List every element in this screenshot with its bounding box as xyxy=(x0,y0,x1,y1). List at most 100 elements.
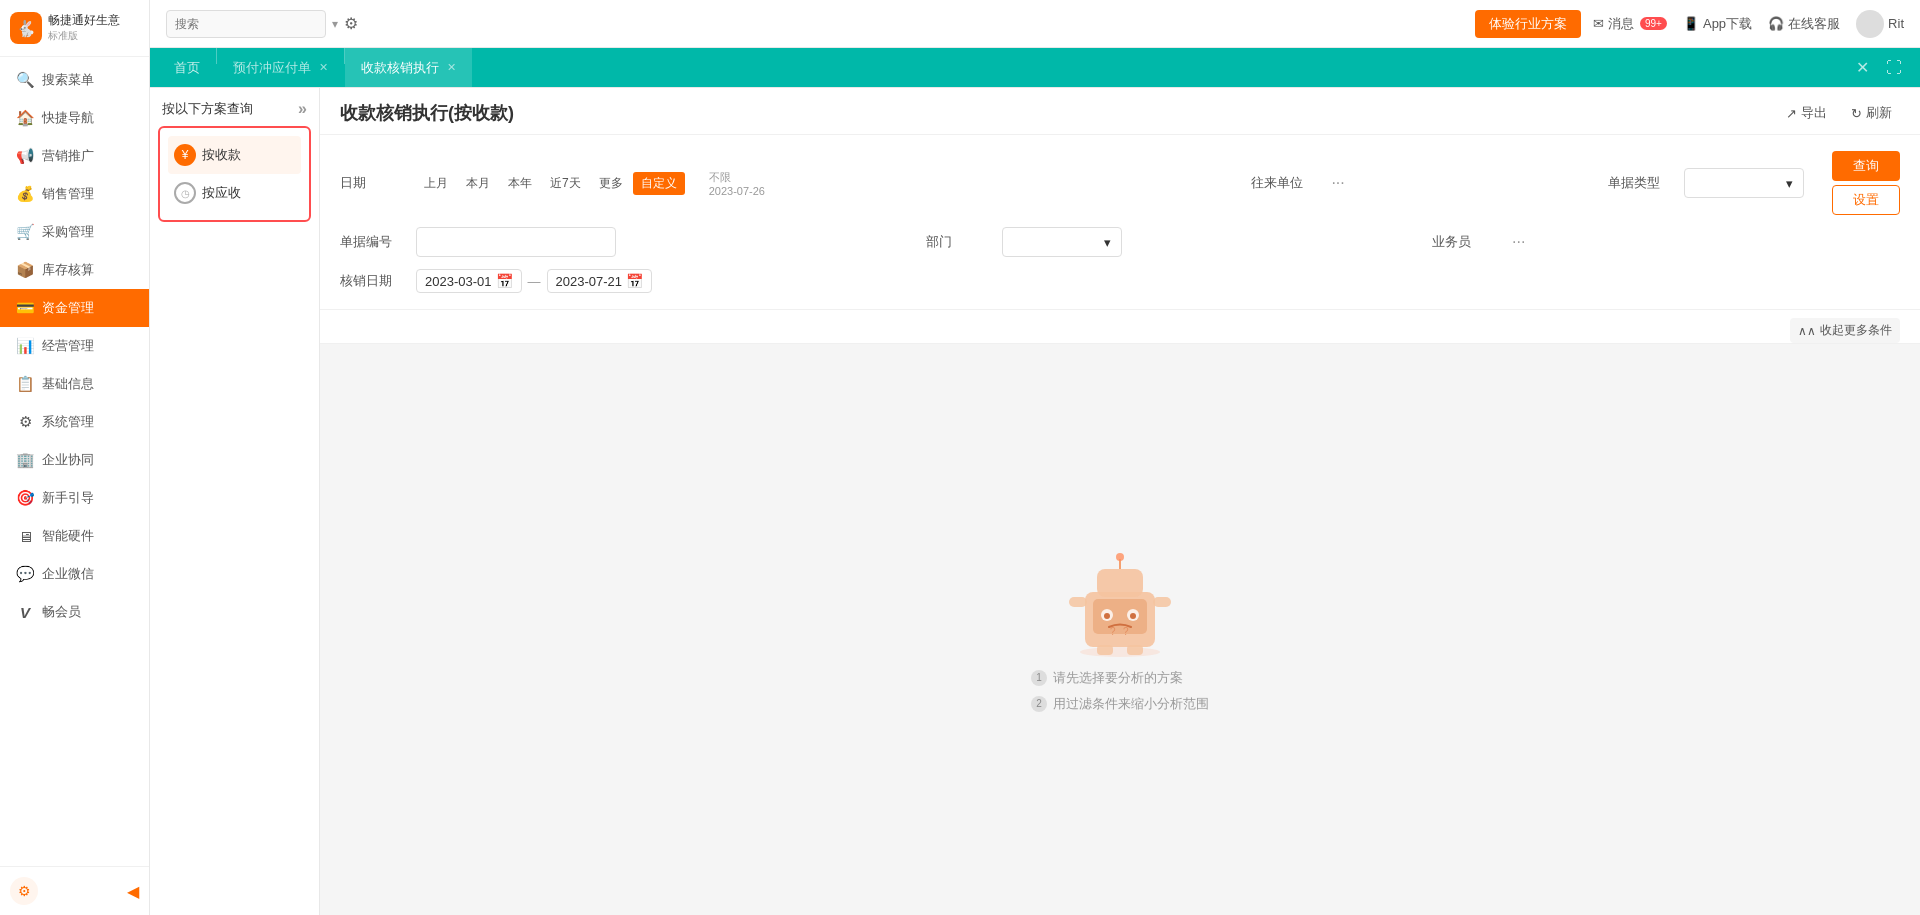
online-service-btn[interactable]: 🎧 在线客服 xyxy=(1768,15,1840,33)
empty-tip-2-text: 用过滤条件来缩小分析范围 xyxy=(1053,695,1209,713)
basic-info-icon: 📋 xyxy=(16,375,34,393)
sidebar-item-label: 企业微信 xyxy=(42,565,94,583)
solution-btn[interactable]: 体验行业方案 xyxy=(1475,10,1581,38)
sidebar-item-vip[interactable]: V 畅会员 xyxy=(0,593,149,631)
tab-prepay[interactable]: 预付冲应付单 ✕ xyxy=(217,48,344,87)
app-logo: 🐇 畅捷通好生意 标准版 xyxy=(0,0,149,57)
header-gear-icon[interactable]: ⚙ xyxy=(344,14,358,33)
message-btn[interactable]: ✉ 消息 99+ xyxy=(1593,15,1667,33)
sidebar-item-funds[interactable]: 💳 资金管理 xyxy=(0,289,149,327)
filter-collapse-row: ∧∧ 收起更多条件 xyxy=(320,310,1920,343)
left-panel-collapse-btn[interactable]: » xyxy=(298,100,307,118)
sidebar-bottom: ⚙ ◀ xyxy=(0,866,149,915)
date-tab-7days[interactable]: 近7天 xyxy=(542,172,589,195)
online-service-label: 在线客服 xyxy=(1788,15,1840,33)
verify-date-end-value: 2023-07-21 xyxy=(556,274,623,289)
sidebar-item-hardware[interactable]: 🖥 智能硬件 xyxy=(0,517,149,555)
user-area[interactable]: Rit xyxy=(1856,10,1904,38)
guide-icon: 🎯 xyxy=(16,489,34,507)
system-icon: ⚙ xyxy=(16,413,34,431)
doc-type-chevron: ▾ xyxy=(1786,176,1793,191)
tab-home[interactable]: 首页 xyxy=(158,48,216,87)
left-panel: 按以下方案查询 » ¥ 按收款 ◷ 按应收 xyxy=(150,88,320,915)
svg-point-5 xyxy=(1104,613,1110,619)
header-search-input[interactable] xyxy=(166,10,326,38)
staff-dots-btn[interactable]: ··· xyxy=(1508,233,1529,251)
settings-btn[interactable]: 设置 xyxy=(1832,185,1900,215)
sidebar-item-quicknav[interactable]: 🏠 快捷导航 xyxy=(0,99,149,137)
query-btn[interactable]: 查询 xyxy=(1832,151,1900,181)
tab-close-all-btn[interactable]: ✕ xyxy=(1848,54,1876,82)
refresh-btn[interactable]: ↻ 刷新 xyxy=(1843,100,1900,126)
sidebar-item-search[interactable]: 🔍 搜索菜单 xyxy=(0,61,149,99)
tab-home-label: 首页 xyxy=(174,59,200,77)
date-tab-this-year[interactable]: 本年 xyxy=(500,172,540,195)
date-tab-last-month[interactable]: 上月 xyxy=(416,172,456,195)
date-label: 日期 xyxy=(340,174,400,192)
filter-row-1: 日期 上月 本月 本年 近7天 更多 自定义 不限 2023-07-26 xyxy=(340,151,1900,215)
date-tab-custom[interactable]: 自定义 xyxy=(633,172,685,195)
sidebar-item-guide[interactable]: 🎯 新手引导 xyxy=(0,479,149,517)
doc-type-label: 单据类型 xyxy=(1608,174,1668,192)
counterpart-label: 往来单位 xyxy=(1251,174,1311,192)
verify-date-range: 2023-03-01 📅 — 2023-07-21 📅 xyxy=(416,269,652,293)
filter-row-2: 单据编号 部门 ▾ 业务员 ··· xyxy=(340,227,1900,257)
date-tab-more[interactable]: 更多 xyxy=(591,172,631,195)
sidebar-item-basic-info[interactable]: 📋 基础信息 xyxy=(0,365,149,403)
sidebar-item-label: 基础信息 xyxy=(42,375,94,393)
tab-receipt-offset[interactable]: 收款核销执行 ✕ xyxy=(345,48,472,87)
refresh-label: 刷新 xyxy=(1866,104,1892,122)
sidebar-item-sales[interactable]: 💰 销售管理 xyxy=(0,175,149,213)
counterpart-dots-btn[interactable]: ··· xyxy=(1327,174,1348,192)
export-label: 导出 xyxy=(1801,104,1827,122)
doc-type-select[interactable]: ▾ xyxy=(1684,168,1804,198)
tab-bar-actions: ✕ ⛶ xyxy=(1848,48,1912,87)
option-receivable-label: 按应收 xyxy=(202,184,241,202)
sidebar-item-label: 搜索菜单 xyxy=(42,71,94,89)
option-receivable-icon: ◷ xyxy=(174,182,196,204)
sidebar-item-inventory[interactable]: 📦 库存核算 xyxy=(0,251,149,289)
sidebar-item-purchase[interactable]: 🛒 采购管理 xyxy=(0,213,149,251)
option-receipt-label: 按收款 xyxy=(202,146,241,164)
sales-icon: 💰 xyxy=(16,185,34,203)
sidebar-item-wechat[interactable]: 💬 企业微信 xyxy=(0,555,149,593)
sidebar-item-marketing[interactable]: 📢 营销推广 xyxy=(0,137,149,175)
hardware-icon: 🖥 xyxy=(16,528,34,545)
verify-date-end-input[interactable]: 2023-07-21 📅 xyxy=(547,269,653,293)
sidebar-item-operations[interactable]: 📊 经营管理 xyxy=(0,327,149,365)
filter-row-3: 核销日期 2023-03-01 📅 — 2023-07-21 📅 xyxy=(340,269,1900,293)
left-panel-title: 按以下方案查询 xyxy=(162,100,253,118)
export-btn[interactable]: ↗ 导出 xyxy=(1778,100,1835,126)
chevron-down-icon[interactable]: ▾ xyxy=(332,17,338,31)
page-title: 收款核销执行(按收款) xyxy=(340,101,514,125)
sidebar-item-label: 库存核算 xyxy=(42,261,94,279)
sidebar-item-label: 企业协同 xyxy=(42,451,94,469)
app-download-btn[interactable]: 📱 App下载 xyxy=(1683,15,1752,33)
verify-date-start-input[interactable]: 2023-03-01 📅 xyxy=(416,269,522,293)
empty-text-list: 1 请先选择要分析的方案 2 用过滤条件来缩小分析范围 xyxy=(1031,669,1209,713)
sidebar-nav: 🔍 搜索菜单 🏠 快捷导航 📢 营销推广 💰 销售管理 🛒 采购管理 📦 库存核… xyxy=(0,57,149,866)
sidebar-item-label: 畅会员 xyxy=(42,603,81,621)
svg-rect-10 xyxy=(1069,597,1087,607)
empty-robot-image: ? ? xyxy=(1055,547,1185,657)
tab-prepay-close[interactable]: ✕ xyxy=(319,62,328,73)
doc-number-input[interactable] xyxy=(416,227,616,257)
settings-bottom-icon[interactable]: ⚙ xyxy=(10,877,38,905)
sidebar-collapse-btn[interactable]: ◀ xyxy=(127,882,139,901)
tab-expand-btn[interactable]: ⛶ xyxy=(1880,54,1908,82)
collapse-more-btn[interactable]: ∧∧ 收起更多条件 xyxy=(1790,318,1900,343)
dept-select[interactable]: ▾ xyxy=(1002,227,1122,257)
date-tab-this-month[interactable]: 本月 xyxy=(458,172,498,195)
option-by-receivable[interactable]: ◷ 按应收 xyxy=(168,174,301,212)
search-icon: 🔍 xyxy=(16,71,34,89)
inventory-icon: 📦 xyxy=(16,261,34,279)
dept-chevron: ▾ xyxy=(1104,235,1111,250)
tab-receipt-offset-close[interactable]: ✕ xyxy=(447,62,456,73)
option-by-receipt[interactable]: ¥ 按收款 xyxy=(168,136,301,174)
sidebar-item-system[interactable]: ⚙ 系统管理 xyxy=(0,403,149,441)
svg-rect-13 xyxy=(1127,645,1143,655)
refresh-icon: ↻ xyxy=(1851,106,1862,121)
wechat-icon: 💬 xyxy=(16,565,34,583)
message-icon: ✉ xyxy=(1593,16,1604,31)
sidebar-item-enterprise[interactable]: 🏢 企业协同 xyxy=(0,441,149,479)
